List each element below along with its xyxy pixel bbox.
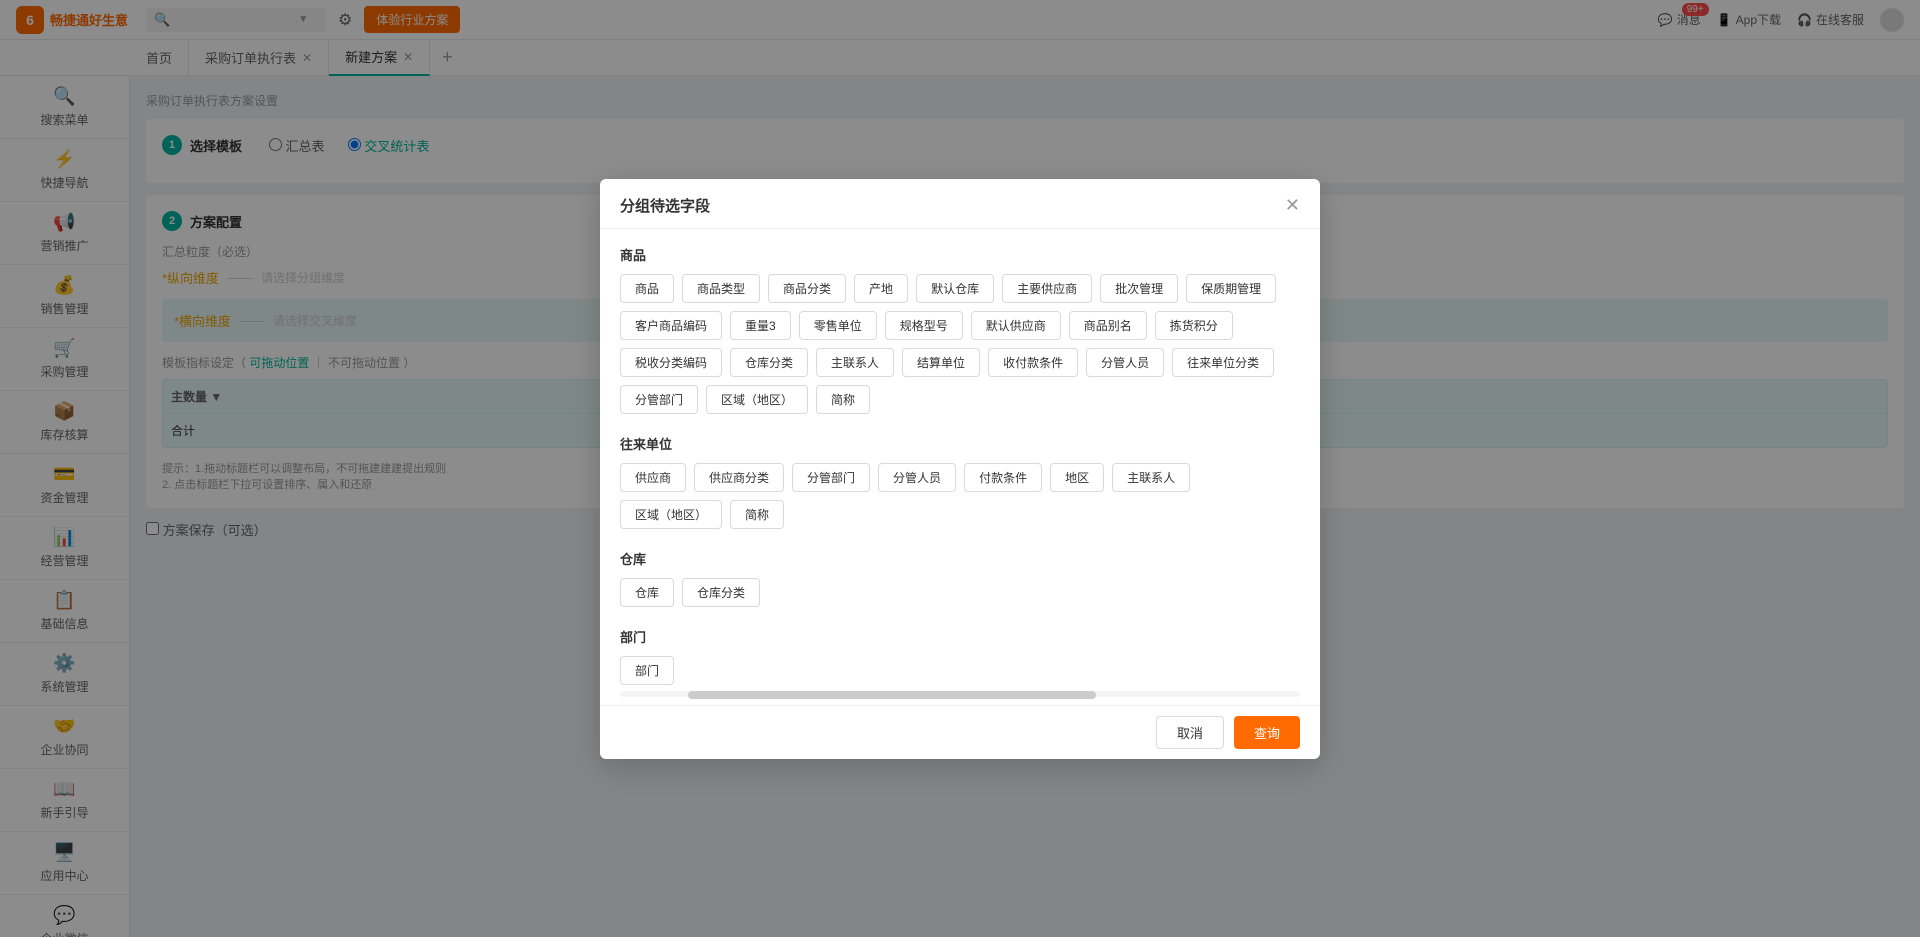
field-tag[interactable]: 结算单位 [902,348,980,377]
confirm-button[interactable]: 查询 [1234,716,1300,749]
field-tag[interactable]: 地区 [1050,463,1104,492]
section-title: 往来单位 [620,434,1300,453]
field-tag[interactable]: 仓库分类 [682,578,760,607]
scrollbar-thumb [688,691,1096,699]
field-tag[interactable]: 规格型号 [885,311,963,340]
field-section-仓库: 仓库仓库仓库分类 [620,549,1300,607]
field-tags: 商品商品类型商品分类产地默认仓库主要供应商批次管理保质期管理客户商品编码重量3 零… [620,274,1300,414]
field-tag[interactable]: 仓库分类 [730,348,808,377]
field-tag[interactable]: 简称 [816,385,870,414]
field-tag[interactable]: 批次管理 [1100,274,1178,303]
field-tag[interactable]: 税收分类编码 [620,348,722,377]
modal-overlay: 分组待选字段 ✕ 商品商品商品类型商品分类产地默认仓库主要供应商批次管理保质期管… [0,0,1920,937]
field-tag[interactable]: 默认供应商 [971,311,1061,340]
field-tag[interactable]: 仓库 [620,578,674,607]
field-tags: 仓库仓库分类 [620,578,1300,607]
field-tag[interactable]: 重量3 [730,311,791,340]
field-section-商品: 商品商品商品类型商品分类产地默认仓库主要供应商批次管理保质期管理客户商品编码重量… [620,245,1300,414]
field-section-往来单位: 往来单位供应商供应商分类分管部门分管人员付款条件地区主联系人区域（地区） 简称 [620,434,1300,529]
modal-body[interactable]: 商品商品商品类型商品分类产地默认仓库主要供应商批次管理保质期管理客户商品编码重量… [600,229,1320,692]
field-tag[interactable]: 商品类型 [682,274,760,303]
field-tag[interactable]: 往来单位分类 [1172,348,1274,377]
modal-footer: 取消 查询 [600,705,1320,759]
field-section-部门: 部门部门 [620,627,1300,685]
field-tag[interactable]: 保质期管理 [1186,274,1276,303]
section-title: 部门 [620,627,1300,646]
field-tag[interactable]: 区域（地区） [706,385,808,414]
close-icon[interactable]: ✕ [1285,195,1300,216]
field-tag[interactable]: 主联系人 [816,348,894,377]
field-tag[interactable]: 区域（地区） [620,500,722,529]
field-tag[interactable]: 分管人员 [878,463,956,492]
field-tag[interactable]: 分管部门 [620,385,698,414]
field-tags: 供应商供应商分类分管部门分管人员付款条件地区主联系人区域（地区） 简称 [620,463,1300,529]
modal-header: 分组待选字段 ✕ [600,179,1320,229]
field-tag[interactable]: 商品分类 [768,274,846,303]
field-tag[interactable]: 分管人员 [1086,348,1164,377]
field-tag[interactable]: 零售单位 [799,311,877,340]
field-tag[interactable]: 拣货积分 [1155,311,1233,340]
field-tag[interactable]: 付款条件 [964,463,1042,492]
field-tag[interactable]: 部门 [620,656,674,685]
horizontal-scrollbar[interactable] [620,691,1300,696]
field-selection-modal: 分组待选字段 ✕ 商品商品商品类型商品分类产地默认仓库主要供应商批次管理保质期管… [600,179,1320,759]
field-tag[interactable]: 简称 [730,500,784,529]
section-title: 商品 [620,245,1300,264]
field-tag[interactable]: 主要供应商 [1002,274,1092,303]
field-tag[interactable]: 商品 [620,274,674,303]
field-tag[interactable]: 商品别名 [1069,311,1147,340]
field-tag[interactable]: 产地 [854,274,908,303]
field-tag[interactable]: 分管部门 [792,463,870,492]
field-tag[interactable]: 供应商分类 [694,463,784,492]
field-tag[interactable]: 默认仓库 [916,274,994,303]
field-tag[interactable]: 供应商 [620,463,686,492]
field-tags: 部门 [620,656,1300,685]
cancel-button[interactable]: 取消 [1156,716,1224,749]
modal-title: 分组待选字段 [620,195,710,216]
field-tag[interactable]: 收付款条件 [988,348,1078,377]
field-tag[interactable]: 主联系人 [1112,463,1190,492]
section-title: 仓库 [620,549,1300,568]
field-tag[interactable]: 客户商品编码 [620,311,722,340]
